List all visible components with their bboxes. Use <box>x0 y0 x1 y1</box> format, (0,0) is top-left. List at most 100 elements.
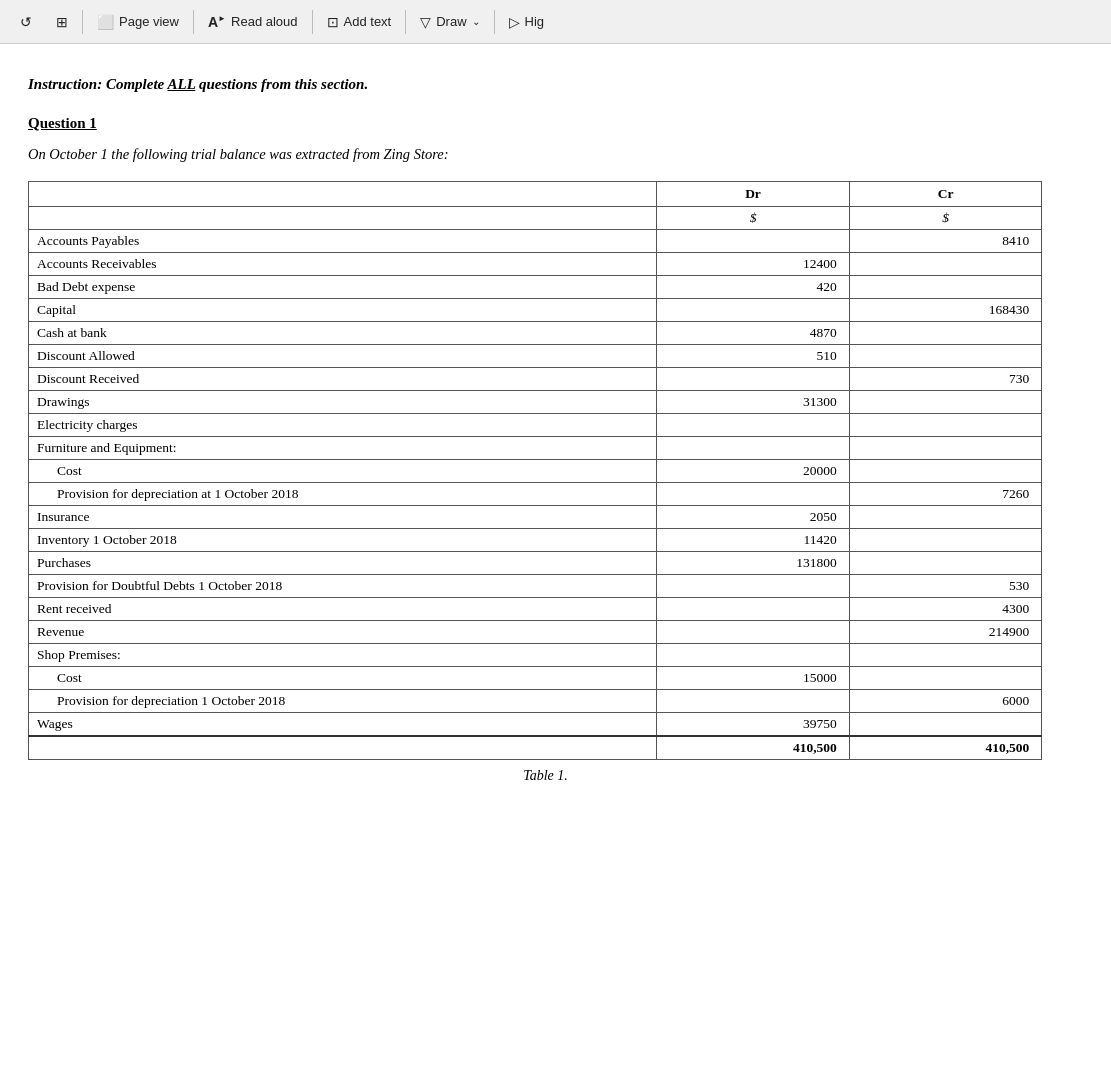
table-caption: Table 1. <box>28 768 1063 784</box>
row-desc: Electricity charges <box>29 414 657 437</box>
table-row: Drawings31300 <box>29 391 1042 414</box>
row-dr <box>657 575 850 598</box>
page-view-label: Page view <box>119 14 179 29</box>
row-cr: 4300 <box>849 598 1042 621</box>
header-dr: Dr <box>657 182 850 207</box>
row-desc: Accounts Receivables <box>29 253 657 276</box>
row-desc: Provision for Doubtful Debts 1 October 2… <box>29 575 657 598</box>
row-cr <box>849 391 1042 414</box>
row-desc: Rent received <box>29 598 657 621</box>
row-cr <box>849 414 1042 437</box>
row-dr: 510 <box>657 345 850 368</box>
read-aloud-button[interactable]: A► Read aloud <box>196 8 310 36</box>
row-dr: 31300 <box>657 391 850 414</box>
row-desc: Provision for depreciation at 1 October … <box>29 483 657 506</box>
table-row: Cost20000 <box>29 460 1042 483</box>
table-row: Revenue 214900 <box>29 621 1042 644</box>
table-row: Accounts Receivables12400 <box>29 253 1042 276</box>
row-dr <box>657 368 850 391</box>
row-cr <box>849 667 1042 690</box>
row-cr <box>849 552 1042 575</box>
row-dr <box>657 230 850 253</box>
add-text-button[interactable]: ⊡ Add text <box>315 8 404 36</box>
row-dr <box>657 483 850 506</box>
row-desc: Drawings <box>29 391 657 414</box>
row-cr <box>849 437 1042 460</box>
row-dr <box>657 598 850 621</box>
table-row: Capital168430 <box>29 299 1042 322</box>
row-desc: Shop Premises: <box>29 644 657 667</box>
total-row: 410,500 410,500 <box>29 736 1042 760</box>
table-row: Shop Premises: <box>29 644 1042 667</box>
row-desc: Bad Debt expense <box>29 276 657 299</box>
row-dr: 420 <box>657 276 850 299</box>
row-cr <box>849 322 1042 345</box>
row-cr: 214900 <box>849 621 1042 644</box>
table-row: Cost15000 <box>29 667 1042 690</box>
row-desc: Provision for depreciation 1 October 201… <box>29 690 657 713</box>
add-text-icon: ⊡ <box>327 14 339 30</box>
row-cr <box>849 644 1042 667</box>
row-dr <box>657 437 850 460</box>
row-desc: Discount Allowed <box>29 345 657 368</box>
table-row: Electricity charges <box>29 414 1042 437</box>
row-cr <box>849 276 1042 299</box>
table-row: Accounts Payables8410 <box>29 230 1042 253</box>
subheader-cr: $ <box>849 207 1042 230</box>
draw-label: Draw <box>436 14 466 29</box>
total-cr: 410,500 <box>849 736 1042 760</box>
row-desc: Revenue <box>29 621 657 644</box>
row-desc: Purchases <box>29 552 657 575</box>
row-dr <box>657 644 850 667</box>
row-dr <box>657 414 850 437</box>
table-row: Furniture and Equipment: <box>29 437 1042 460</box>
row-dr <box>657 621 850 644</box>
row-desc: Insurance <box>29 506 657 529</box>
row-dr: 39750 <box>657 713 850 737</box>
highlight-button[interactable]: ▷ Hig <box>497 8 557 36</box>
back-button[interactable]: ↺ <box>8 8 44 36</box>
forward-icon: ⊞ <box>56 14 68 30</box>
row-cr <box>849 506 1042 529</box>
row-dr: 2050 <box>657 506 850 529</box>
add-text-label: Add text <box>344 14 392 29</box>
table-row: Cash at bank4870 <box>29 322 1042 345</box>
read-aloud-icon: A► <box>208 14 226 30</box>
trial-balance-table: Dr Cr $ $ Accounts Payables8410Accounts … <box>28 181 1042 760</box>
table-header-row: Dr Cr <box>29 182 1042 207</box>
table-row: Inventory 1 October 201811420 <box>29 529 1042 552</box>
row-cr: 168430 <box>849 299 1042 322</box>
document-area: Instruction: Complete ALL questions from… <box>0 44 1111 1080</box>
row-cr: 530 <box>849 575 1042 598</box>
draw-icon: ▽ <box>420 14 431 30</box>
back-icon: ↺ <box>20 14 32 30</box>
row-desc: Wages <box>29 713 657 737</box>
row-cr: 730 <box>849 368 1042 391</box>
header-desc <box>29 182 657 207</box>
total-label <box>29 736 657 760</box>
row-dr: 131800 <box>657 552 850 575</box>
instruction-text: Instruction: Complete ALL questions from… <box>28 76 1063 93</box>
table-row: Discount Allowed510 <box>29 345 1042 368</box>
table-row: Provision for depreciation at 1 October … <box>29 483 1042 506</box>
row-desc: Cost <box>29 460 657 483</box>
draw-button[interactable]: ▽ Draw ⌄ <box>408 8 491 36</box>
table-row: Purchases131800 <box>29 552 1042 575</box>
row-dr: 20000 <box>657 460 850 483</box>
row-desc: Discount Received <box>29 368 657 391</box>
forward-button[interactable]: ⊞ <box>44 8 80 36</box>
row-cr <box>849 253 1042 276</box>
page-view-icon: ⬜ <box>97 14 114 30</box>
row-desc: Inventory 1 October 2018 <box>29 529 657 552</box>
divider-4 <box>405 10 406 34</box>
row-dr: 15000 <box>657 667 850 690</box>
divider-1 <box>82 10 83 34</box>
total-dr: 410,500 <box>657 736 850 760</box>
row-cr: 7260 <box>849 483 1042 506</box>
subheader-dr: $ <box>657 207 850 230</box>
row-cr <box>849 713 1042 737</box>
row-desc: Accounts Payables <box>29 230 657 253</box>
row-dr <box>657 690 850 713</box>
page-view-button[interactable]: ⬜ Page view <box>85 8 191 36</box>
row-cr <box>849 345 1042 368</box>
